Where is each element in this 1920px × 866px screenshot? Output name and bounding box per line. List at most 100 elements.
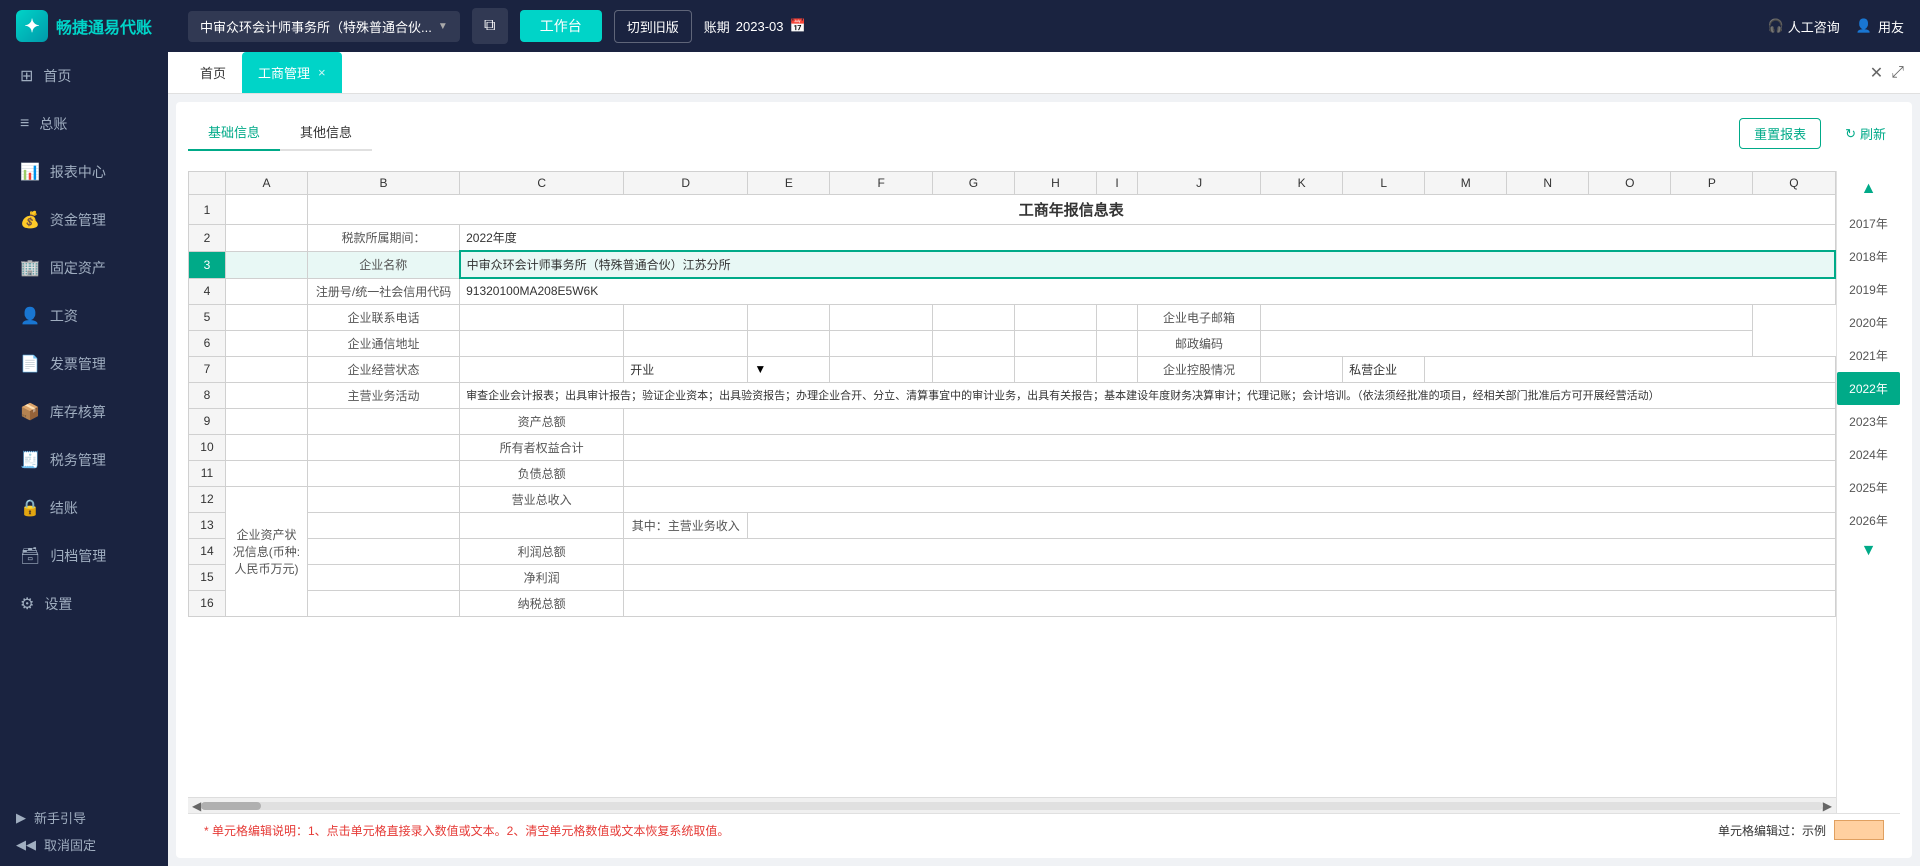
sidebar-item-fund[interactable]: 💰 资金管理 [0, 196, 168, 244]
cell-2B[interactable]: 税款所属期间： [307, 225, 459, 252]
unpin-button[interactable]: ◀◀ 取消固定 [16, 835, 152, 854]
cell-2C[interactable]: 2022年度 [460, 225, 1835, 252]
cell-7L[interactable]: 私营企业 [1343, 356, 1425, 382]
cell-4B[interactable]: 注册号/统一社会信用代码 [307, 278, 459, 304]
consult-button[interactable]: 🎧 人工咨询 [1768, 17, 1840, 36]
cell-12C[interactable]: 营业总收入 [460, 486, 624, 512]
cell-13D[interactable]: 其中：主营业务收入 [624, 512, 748, 538]
cell-15C[interactable]: 净利润 [460, 564, 624, 590]
cell-11D[interactable] [624, 460, 1835, 486]
year-item-2019[interactable]: 2019年 [1837, 273, 1900, 306]
cell-5J[interactable]: 企业电子邮箱 [1138, 304, 1261, 330]
cell-7G[interactable] [932, 356, 1014, 382]
refresh-button[interactable]: ↻ 刷新 [1831, 119, 1900, 148]
cell-6E[interactable] [748, 330, 830, 356]
sidebar-item-wage[interactable]: 👤 工资 [0, 292, 168, 340]
cell-11B[interactable] [307, 460, 459, 486]
cell-7F[interactable] [830, 356, 933, 382]
cell-14C[interactable]: 利润总额 [460, 538, 624, 564]
cell-5K[interactable] [1261, 304, 1753, 330]
cell-14D[interactable] [624, 538, 1835, 564]
year-item-2024[interactable]: 2024年 [1837, 438, 1900, 471]
cell-11A[interactable] [225, 460, 307, 486]
year-item-2026[interactable]: 2026年 [1837, 504, 1900, 537]
cell-15B[interactable] [307, 564, 459, 590]
cell-7E[interactable]: ▼ [748, 356, 830, 382]
sidebar-item-settings[interactable]: ⚙ 设置 [0, 580, 168, 628]
cell-4C[interactable]: 91320100MA208E5W6K [460, 278, 1835, 304]
cell-9D[interactable] [624, 408, 1835, 434]
cell-7B[interactable]: 企业经营状态 [307, 356, 459, 382]
cell-11C[interactable]: 负债总额 [460, 460, 624, 486]
old-version-button[interactable]: 切到旧版 [614, 10, 692, 43]
cell-7H[interactable] [1014, 356, 1096, 382]
cell-5H[interactable] [1014, 304, 1096, 330]
cell-12B[interactable] [307, 486, 459, 512]
cell-3A[interactable] [225, 251, 307, 278]
horizontal-scrollbar[interactable]: ◀ ▶ [188, 797, 1836, 813]
sub-tab-basic[interactable]: 基础信息 [188, 114, 280, 151]
cell-6F[interactable] [830, 330, 933, 356]
sidebar-item-home[interactable]: ⊞ 首页 [0, 52, 168, 100]
cell-5G[interactable] [932, 304, 1014, 330]
cell-16D[interactable] [624, 590, 1835, 616]
cell-3C[interactable]: 中审众环会计师事务所（特殊普通合伙）江苏分所 [460, 251, 1835, 278]
cell-10D[interactable] [624, 434, 1835, 460]
sidebar-item-invoice[interactable]: 📄 发票管理 [0, 340, 168, 388]
cell-15D[interactable] [624, 564, 1835, 590]
cell-7J[interactable]: 企业控股情况 [1138, 356, 1261, 382]
tab-close-icon[interactable]: × [318, 65, 326, 80]
cell-5I[interactable] [1097, 304, 1138, 330]
scrollbar-track[interactable] [201, 802, 1823, 810]
cell-8A[interactable] [225, 382, 307, 408]
sidebar-item-ledger[interactable]: ≡ 总账 [0, 100, 168, 148]
cell-5E[interactable] [748, 304, 830, 330]
cell-5A[interactable] [225, 304, 307, 330]
reset-report-button[interactable]: 重置报表 [1739, 118, 1821, 149]
year-item-2025[interactable]: 2025年 [1837, 471, 1900, 504]
year-item-2017[interactable]: 2017年 [1837, 207, 1900, 240]
cell-6B[interactable]: 企业通信地址 [307, 330, 459, 356]
cell-7A[interactable] [225, 356, 307, 382]
year-item-2021[interactable]: 2021年 [1837, 339, 1900, 372]
cell-6K[interactable] [1261, 330, 1753, 356]
cell-4A[interactable] [225, 278, 307, 304]
cell-6D[interactable] [624, 330, 748, 356]
year-up-button[interactable]: ▲ [1853, 175, 1885, 203]
cell-6I[interactable] [1097, 330, 1138, 356]
cell-9C[interactable]: 资产总额 [460, 408, 624, 434]
scrollbar-thumb[interactable] [201, 802, 261, 810]
cell-2A[interactable] [225, 225, 307, 252]
scroll-right-icon[interactable]: ▶ [1823, 799, 1832, 813]
cell-13C[interactable] [460, 512, 624, 538]
cell-6G[interactable] [932, 330, 1014, 356]
calendar-icon[interactable]: 📅 [790, 18, 806, 34]
cell-12D[interactable] [624, 486, 1835, 512]
tab-expand-icon[interactable]: ⤢ [1891, 64, 1904, 82]
copy-icon-btn[interactable]: ⧉ [472, 8, 508, 44]
cell-16B[interactable] [307, 590, 459, 616]
cell-14B[interactable] [307, 538, 459, 564]
year-item-2018[interactable]: 2018年 [1837, 240, 1900, 273]
cell-7C[interactable] [460, 356, 624, 382]
cell-6J[interactable]: 邮政编码 [1138, 330, 1261, 356]
cell-13B[interactable] [307, 512, 459, 538]
cell-7M[interactable] [1425, 356, 1835, 382]
cell-10A[interactable] [225, 434, 307, 460]
cell-13E[interactable] [748, 512, 1835, 538]
cell-5D[interactable] [624, 304, 748, 330]
new-guide-button[interactable]: ▶ 新手引导 [16, 808, 152, 827]
tab-close-all-icon[interactable]: ✕ [1870, 63, 1883, 83]
cell-8B[interactable]: 主营业务活动 [307, 382, 459, 408]
sidebar-item-report[interactable]: 📊 报表中心 [0, 148, 168, 196]
sidebar-item-tax[interactable]: 🧾 税务管理 [0, 436, 168, 484]
cell-5C[interactable] [460, 304, 624, 330]
sidebar-item-asset[interactable]: 🏢 固定资产 [0, 244, 168, 292]
cell-10C[interactable]: 所有者权益合计 [460, 434, 624, 460]
year-item-2023[interactable]: 2023年 [1837, 405, 1900, 438]
cell-6H[interactable] [1014, 330, 1096, 356]
sub-tab-other[interactable]: 其他信息 [280, 114, 372, 151]
cell-5B[interactable]: 企业联系电话 [307, 304, 459, 330]
cell-16C[interactable]: 纳税总额 [460, 590, 624, 616]
sidebar-item-stock[interactable]: 📦 库存核算 [0, 388, 168, 436]
